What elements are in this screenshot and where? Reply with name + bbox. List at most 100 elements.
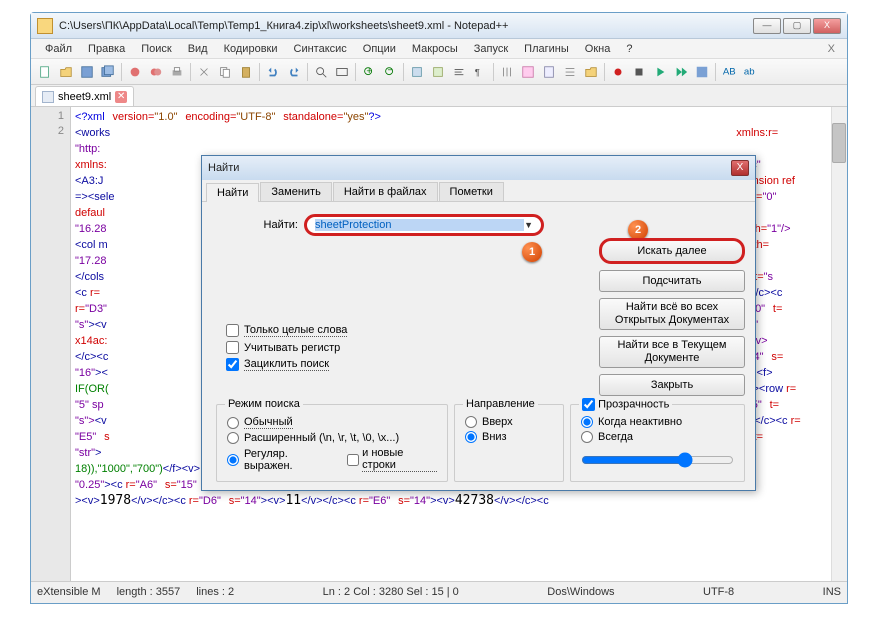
playmulti-icon[interactable] <box>671 62 691 82</box>
replace-icon[interactable] <box>332 62 352 82</box>
closeall-icon[interactable] <box>146 62 166 82</box>
transparency-label[interactable]: Прозрачность <box>579 398 672 411</box>
findall-currentdoc-button[interactable]: Найти все в Текущем Документе <box>599 336 745 368</box>
menu-view[interactable]: Вид <box>182 41 214 57</box>
menu-plugins[interactable]: Плагины <box>518 41 575 57</box>
find-icon[interactable] <box>311 62 331 82</box>
minimize-button[interactable]: — <box>753 18 781 34</box>
titlebar[interactable]: C:\Users\ПК\AppData\Local\Temp\Temp1_Кни… <box>31 13 847 39</box>
saveall-icon[interactable] <box>98 62 118 82</box>
vertical-scrollbar[interactable] <box>831 107 847 581</box>
newlines-checkbox[interactable]: и новые строки <box>347 447 437 472</box>
find-input-wrap: ▼ <box>304 214 544 236</box>
menu-options[interactable]: Опции <box>357 41 402 57</box>
print-icon[interactable] <box>167 62 187 82</box>
tab-close-icon[interactable]: ✕ <box>115 91 127 103</box>
tab-replace[interactable]: Заменить <box>260 182 331 201</box>
menu-help[interactable]: ? <box>620 41 638 57</box>
spellcheck-icon[interactable]: ABC <box>719 62 739 82</box>
wrap-around-checkbox[interactable]: Зациклить поиск <box>226 358 347 371</box>
mode-normal-radio[interactable]: Обычный <box>227 416 437 429</box>
dialog-close-button[interactable]: X <box>731 160 749 176</box>
zoom-out-icon[interactable]: − <box>380 62 400 82</box>
file-tab-label: sheet9.xml <box>58 91 111 103</box>
menu-macros[interactable]: Макросы <box>406 41 464 57</box>
status-eol: Dos\Windows <box>547 586 614 598</box>
tab-mark[interactable]: Пометки <box>439 182 504 201</box>
find-input[interactable] <box>315 219 524 231</box>
close-icon[interactable] <box>125 62 145 82</box>
wrap-icon[interactable] <box>449 62 469 82</box>
menubar: Файл Правка Поиск Вид Кодировки Синтакси… <box>31 39 847 59</box>
sync-v-icon[interactable] <box>407 62 427 82</box>
transparency-group: Прозрачность Когда неактивно Всегда <box>570 404 745 482</box>
close-dialog-button[interactable]: Закрыть <box>599 374 745 396</box>
funclist-icon[interactable] <box>560 62 580 82</box>
close-button[interactable]: X <box>813 18 841 34</box>
menu-syntax[interactable]: Синтаксис <box>288 41 353 57</box>
mode-extended-radio[interactable]: Расширенный (\n, \r, \t, \0, \x...) <box>227 432 437 444</box>
file-tab[interactable]: sheet9.xml ✕ <box>35 86 134 106</box>
menu-windows[interactable]: Окна <box>579 41 617 57</box>
maximize-button[interactable]: ▢ <box>783 18 811 34</box>
paste-icon[interactable] <box>236 62 256 82</box>
menu-file[interactable]: Файл <box>39 41 78 57</box>
copy-icon[interactable] <box>215 62 235 82</box>
annotation-badge-2: 2 <box>628 220 648 240</box>
xml-file-icon <box>42 91 54 103</box>
direction-down-radio[interactable]: Вниз <box>465 431 553 443</box>
zoom-in-icon[interactable]: + <box>359 62 379 82</box>
dialog-tabs: Найти Заменить Найти в файлах Пометки <box>202 180 755 202</box>
docmap-icon[interactable] <box>539 62 559 82</box>
status-filetype: eXtensible M <box>37 586 101 598</box>
savemacro-icon[interactable] <box>692 62 712 82</box>
whole-words-checkbox[interactable]: Только целые слова <box>226 324 347 337</box>
findall-opendocs-button[interactable]: Найти всё во всех Открытых Документах <box>599 298 745 330</box>
line-gutter: 1 2 <box>31 107 71 581</box>
save-icon[interactable] <box>77 62 97 82</box>
userlang-icon[interactable] <box>518 62 538 82</box>
count-button[interactable]: Подсчитать <box>599 270 745 292</box>
menu-search[interactable]: Поиск <box>135 41 177 57</box>
new-file-icon[interactable] <box>35 62 55 82</box>
showall-icon[interactable]: ¶ <box>470 62 490 82</box>
dialog-titlebar[interactable]: Найти X <box>202 156 755 180</box>
toolbar: + − ¶ ABC ab <box>31 59 847 85</box>
redo-icon[interactable] <box>284 62 304 82</box>
spellnav-icon[interactable]: ab <box>740 62 760 82</box>
transparency-slider[interactable] <box>581 452 734 468</box>
menu-edit[interactable]: Правка <box>82 41 131 57</box>
match-case-checkbox[interactable]: Учитывать регистр <box>226 341 347 354</box>
menubar-close-icon[interactable]: X <box>824 43 839 55</box>
sync-h-icon[interactable] <box>428 62 448 82</box>
cut-icon[interactable] <box>194 62 214 82</box>
mode-regex-radio[interactable]: Регуляр. выражен. и новые строки <box>227 447 437 472</box>
scrollbar-thumb[interactable] <box>832 123 846 163</box>
tab-findinfiles[interactable]: Найти в файлах <box>333 182 438 201</box>
menu-run[interactable]: Запуск <box>468 41 514 57</box>
status-position: Ln : 2 Col : 3280 Sel : 15 | 0 <box>323 586 459 598</box>
tab-find[interactable]: Найти <box>206 183 259 202</box>
indent-guide-icon[interactable] <box>497 62 517 82</box>
dropdown-icon[interactable]: ▼ <box>524 220 533 230</box>
menu-encoding[interactable]: Кодировки <box>218 41 284 57</box>
svg-text:+: + <box>366 65 372 76</box>
find-next-button[interactable]: Искать далее <box>599 238 745 264</box>
annotation-badge-1: 1 <box>522 242 542 262</box>
stop-icon[interactable] <box>629 62 649 82</box>
trans-inactive-radio[interactable]: Когда неактивно <box>581 416 734 428</box>
app-icon <box>37 18 53 34</box>
direction-up-radio[interactable]: Вверх <box>465 416 553 428</box>
trans-always-radio[interactable]: Всегда <box>581 431 734 443</box>
play-icon[interactable] <box>650 62 670 82</box>
find-label: Найти: <box>252 219 298 231</box>
open-file-icon[interactable] <box>56 62 76 82</box>
direction-group: Направление Вверх Вниз <box>454 404 564 482</box>
find-dialog: Найти X Найти Заменить Найти в файлах По… <box>201 155 756 491</box>
svg-text:ab: ab <box>744 66 755 77</box>
status-insert: INS <box>823 586 841 598</box>
undo-icon[interactable] <box>263 62 283 82</box>
folder-icon[interactable] <box>581 62 601 82</box>
svg-text:ABC: ABC <box>723 66 736 77</box>
record-icon[interactable] <box>608 62 628 82</box>
